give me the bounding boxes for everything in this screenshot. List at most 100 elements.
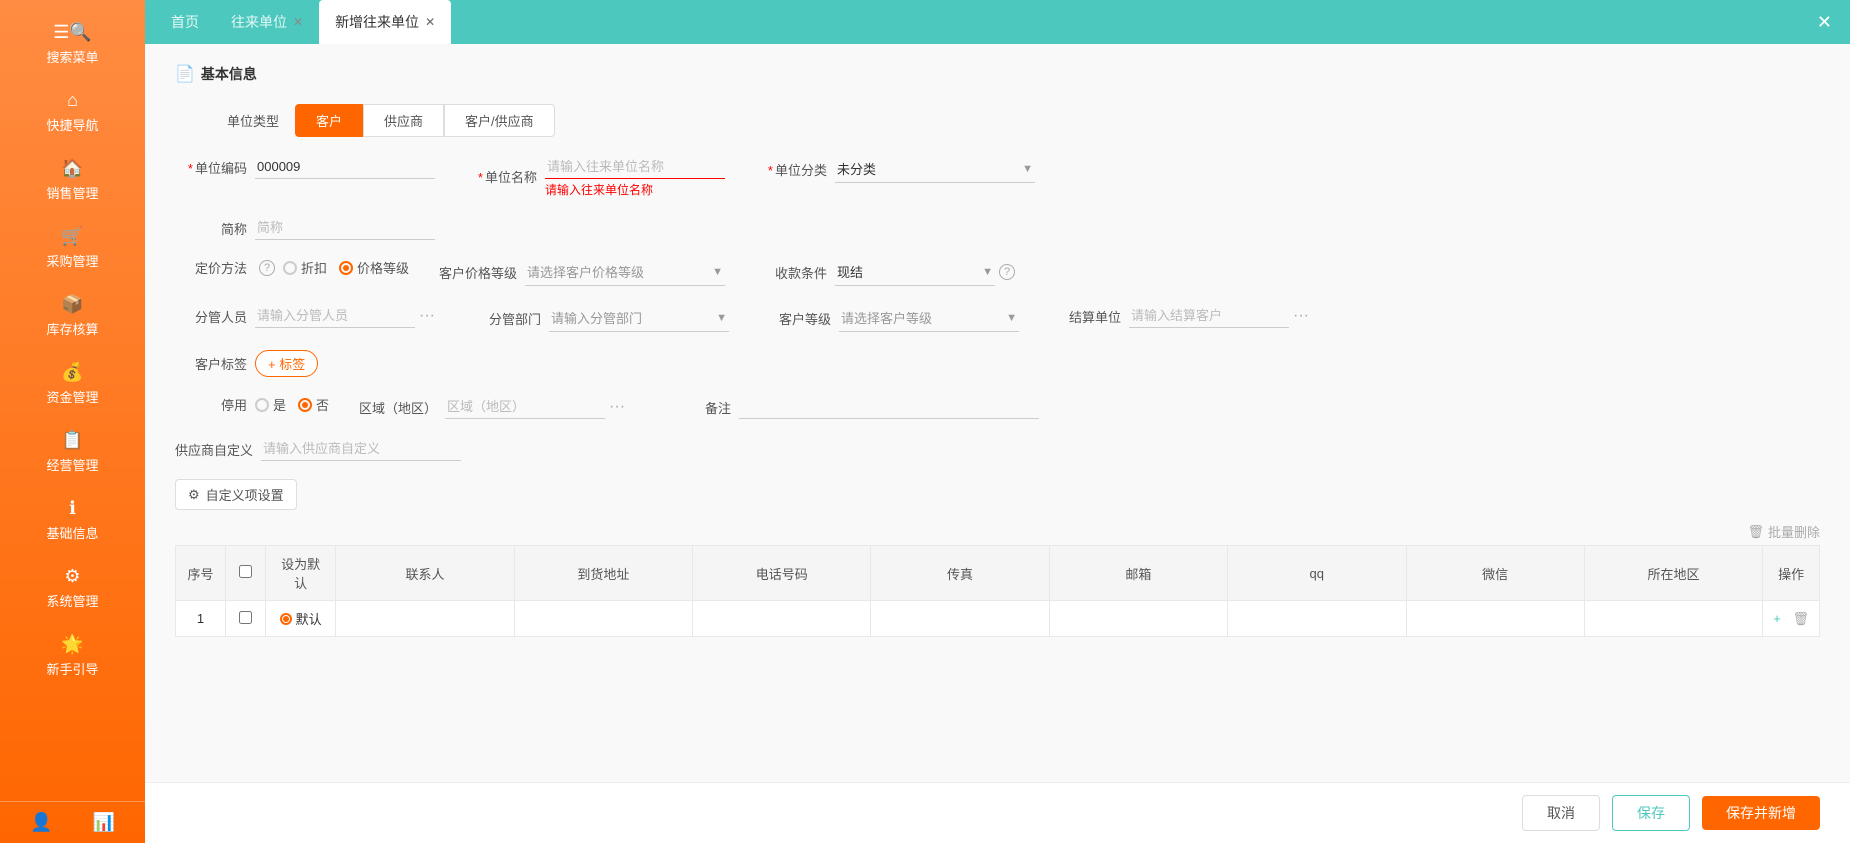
customer-price-level-select[interactable]: 请选择客户价格等级 ▼ (525, 258, 725, 286)
field-unit-name: 单位名称 请输入往来单位名称 (465, 155, 725, 198)
settlement-unit-input[interactable] (1129, 304, 1289, 328)
sidebar-item-sys-label: 系统管理 (46, 591, 98, 610)
main-content: 首页 往来单位 ✕ 新增往来单位 ✕ ✕ 📄 基本信息 单位类型 客户 供应商 … (145, 0, 1850, 843)
cell-fax[interactable] (871, 601, 1049, 637)
cell-contact[interactable] (336, 601, 514, 637)
supplier-custom-input[interactable] (261, 437, 461, 461)
manager-input[interactable] (255, 304, 415, 328)
settlement-unit-label: 结算单位 (1049, 307, 1129, 326)
tab-new-transaction-label: 新增往来单位 (335, 12, 419, 32)
row-delete-btn[interactable]: 🗑 (1792, 611, 1809, 626)
sidebar-item-purchase[interactable]: 🛒 采购管理 (0, 214, 145, 282)
sidebar-item-sales-label: 销售管理 (46, 183, 98, 202)
fax-input[interactable] (881, 611, 1038, 626)
remark-label: 备注 (659, 398, 739, 417)
row-disabled-region-remark: 停用 是 否 区域（地区） ··· 备注 (175, 395, 1820, 419)
save-button[interactable]: 保存 (1612, 795, 1690, 831)
dept-select[interactable]: 请输入分管部门 ▼ (549, 304, 729, 332)
contact-input[interactable] (346, 611, 503, 626)
field-unit-category: 单位分类 未分类 ▼ (755, 155, 1035, 183)
cell-email[interactable] (1049, 601, 1227, 637)
unit-code-input[interactable] (255, 155, 435, 179)
cell-action: + 🗑 (1763, 601, 1820, 637)
sidebar-item-quick-nav[interactable]: ⌂ 快捷导航 (0, 78, 145, 146)
unit-category-select[interactable]: 未分类 ▼ (835, 155, 1035, 183)
sidebar-item-search[interactable]: ☰🔍 搜索菜单 (0, 10, 145, 78)
cell-address[interactable] (514, 601, 692, 637)
batch-delete-row: 🗑 批量删除 (175, 522, 1820, 541)
sidebar-item-beginner-label: 新手引导 (46, 659, 98, 678)
sidebar-item-funds[interactable]: 💰 资金管理 (0, 350, 145, 418)
unit-name-error: 请输入往来单位名称 (545, 181, 725, 198)
pricing-help-icon[interactable]: ? (259, 260, 275, 276)
sidebar-item-beginner[interactable]: 🌟 新手引导 (0, 622, 145, 690)
tab-transactions-close[interactable]: ✕ (293, 15, 303, 29)
batch-delete-label[interactable]: 批量删除 (1768, 522, 1820, 541)
pricing-method-label: 定价方法 (175, 258, 255, 277)
pricing-radio-discount[interactable]: 折扣 (283, 258, 327, 277)
customer-level-placeholder: 请选择客户等级 (841, 308, 1002, 327)
disabled-radio-yes[interactable]: 是 (255, 395, 286, 414)
col-address: 到货地址 (514, 546, 692, 601)
unit-category-chevron: ▼ (1022, 163, 1033, 175)
row-add-btn[interactable]: + (1773, 611, 1781, 626)
tab-new-transaction-close[interactable]: ✕ (425, 15, 435, 29)
user-icon[interactable]: 👤 (30, 812, 52, 833)
tab-transactions[interactable]: 往来单位 ✕ (215, 0, 319, 44)
email-input[interactable] (1060, 611, 1217, 626)
field-customer-tag: 客户标签 + 标签 (175, 350, 318, 377)
settlement-unit-more-btn[interactable]: ··· (1289, 307, 1313, 325)
inventory-icon: 📦 (61, 294, 83, 315)
wechat-input[interactable] (1417, 611, 1574, 626)
region-input[interactable] (445, 395, 605, 419)
cell-phone[interactable] (693, 601, 871, 637)
cancel-button[interactable]: 取消 (1522, 795, 1600, 831)
no-radio-circle (298, 398, 312, 412)
pricing-radio-level[interactable]: 价格等级 (339, 258, 409, 277)
cell-qq[interactable] (1228, 601, 1407, 637)
unit-type-label: 单位类型 (175, 111, 295, 130)
payment-help-icon[interactable]: ? (999, 264, 1015, 280)
cell-check (226, 601, 266, 637)
unit-type-both-btn[interactable]: 客户/供应商 (444, 104, 555, 137)
default-radio[interactable] (280, 613, 292, 625)
custom-settings-btn[interactable]: ⚙ 自定义项设置 (175, 479, 297, 510)
tab-home[interactable]: 首页 (155, 0, 215, 44)
customer-level-select[interactable]: 请选择客户等级 ▼ (839, 304, 1019, 332)
customer-price-level-placeholder: 请选择客户价格等级 (527, 262, 708, 281)
window-close-icon[interactable]: ✕ (1809, 12, 1840, 33)
cell-wechat[interactable] (1406, 601, 1584, 637)
col-contact: 联系人 (336, 546, 514, 601)
unit-type-customer-btn[interactable]: 客户 (295, 104, 363, 137)
row-checkbox[interactable] (239, 611, 252, 624)
stats-icon[interactable]: 📊 (93, 812, 115, 833)
unit-type-supplier-btn[interactable]: 供应商 (363, 104, 444, 137)
cell-region[interactable] (1584, 601, 1762, 637)
region-more-btn[interactable]: ··· (605, 398, 629, 416)
short-name-input[interactable] (255, 216, 435, 240)
add-tag-btn[interactable]: + 标签 (255, 350, 318, 377)
phone-input[interactable] (703, 611, 860, 626)
select-all-checkbox[interactable] (239, 565, 252, 578)
disabled-radio-no[interactable]: 否 (298, 395, 329, 414)
sidebar-item-inventory[interactable]: 📦 库存核算 (0, 282, 145, 350)
unit-name-input[interactable] (545, 155, 725, 179)
payment-terms-select[interactable]: 现结 ▼ (835, 258, 995, 286)
unit-type-row: 单位类型 客户 供应商 客户/供应商 (175, 104, 1820, 137)
tab-new-transaction[interactable]: 新增往来单位 ✕ (319, 0, 451, 44)
sidebar-item-basic-info[interactable]: ℹ 基础信息 (0, 486, 145, 554)
row-customer-tag: 客户标签 + 标签 (175, 350, 1820, 377)
qq-input[interactable] (1238, 611, 1396, 626)
sidebar-item-sys[interactable]: ⚙ 系统管理 (0, 554, 145, 622)
cell-default: 默认 (266, 601, 336, 637)
save-new-button[interactable]: 保存并新增 (1702, 796, 1820, 830)
sidebar-item-ops[interactable]: 📋 经营管理 (0, 418, 145, 486)
col-seq: 序号 (176, 546, 226, 601)
payment-terms-chevron: ▼ (982, 266, 993, 278)
address-input[interactable] (525, 611, 682, 626)
row-unit-code-name-cat: 单位编码 单位名称 请输入往来单位名称 单位分类 未分类 ▼ (175, 155, 1820, 198)
manager-more-btn[interactable]: ··· (415, 307, 439, 325)
region-table-input[interactable] (1595, 611, 1752, 626)
sidebar-item-sales[interactable]: 🏠 销售管理 (0, 146, 145, 214)
remark-input[interactable] (739, 395, 1039, 419)
